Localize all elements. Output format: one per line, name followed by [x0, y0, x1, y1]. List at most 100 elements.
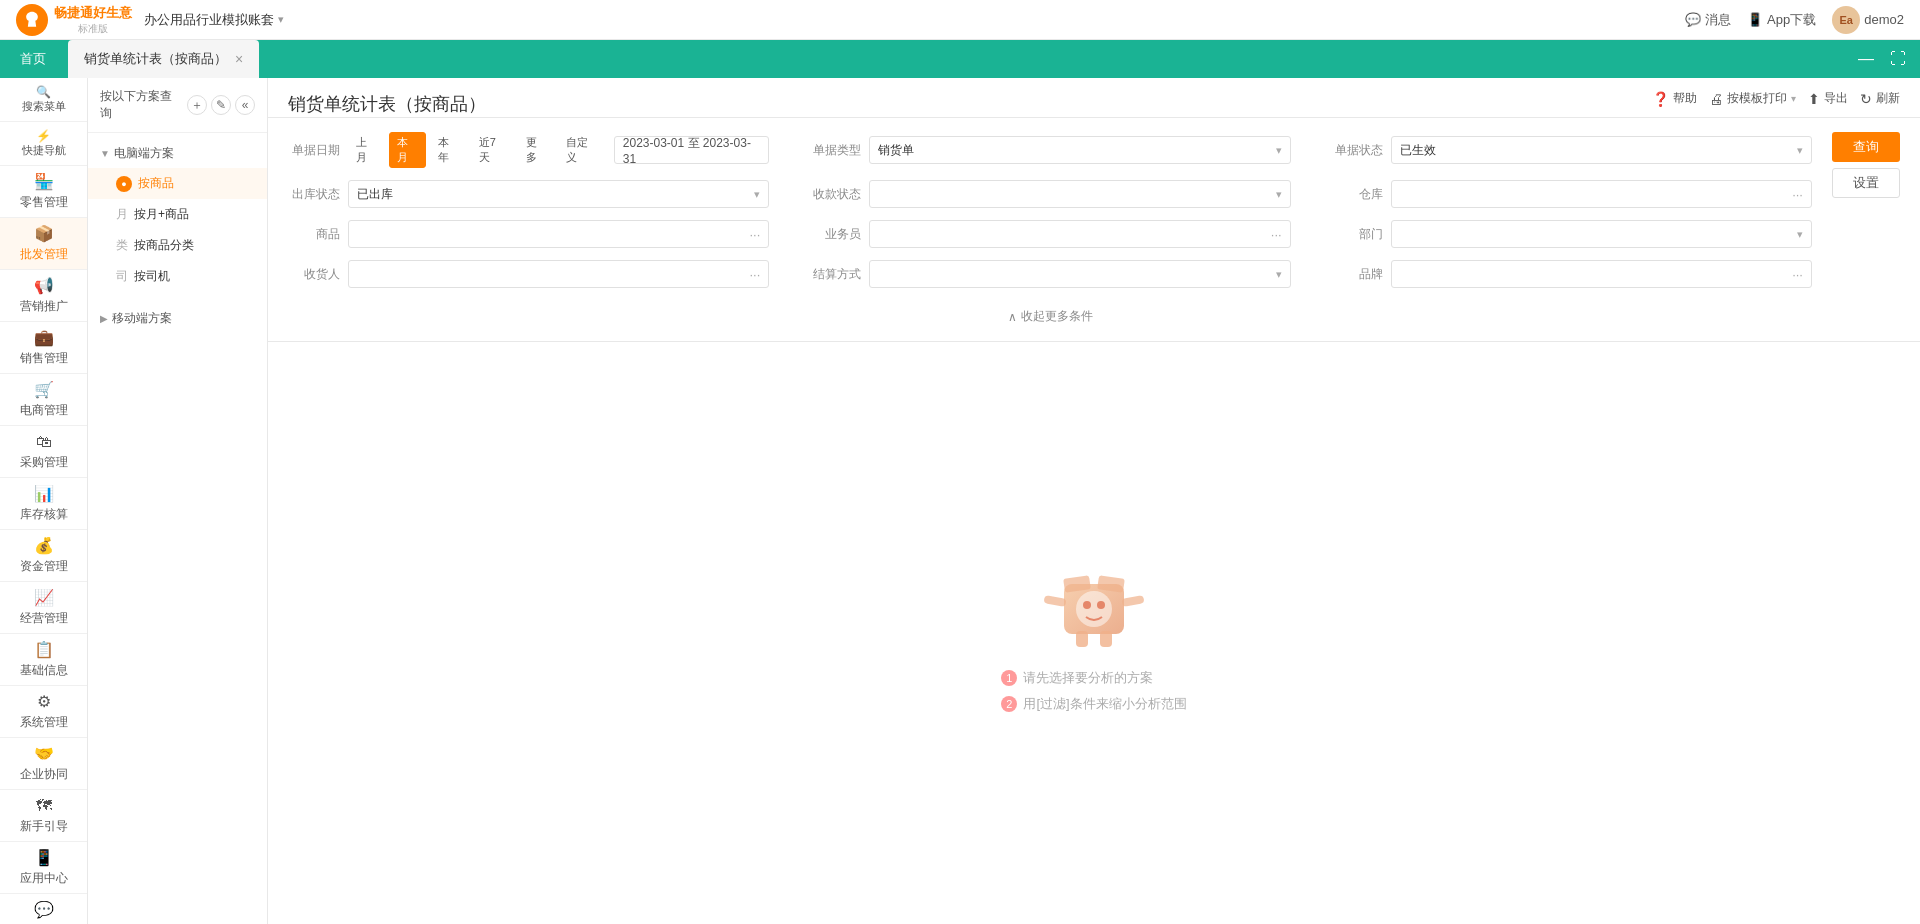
date-more[interactable]: 更多	[518, 132, 555, 168]
edit-scheme-btn[interactable]: ✎	[211, 95, 231, 115]
recipient-control[interactable]: ···	[348, 260, 769, 288]
scheme-item-month-product[interactable]: 月 按月+商品	[88, 199, 267, 230]
payment-control[interactable]: ▾	[869, 260, 1290, 288]
message-btn[interactable]: 💬 消息	[1685, 11, 1731, 29]
sidebar-item-marketing[interactable]: 📢 营销推广	[0, 270, 87, 322]
warehouse-control[interactable]: ···	[1391, 180, 1812, 208]
brand-label: 品牌	[1331, 266, 1383, 283]
date-this-month[interactable]: 本月	[389, 132, 426, 168]
tab-home[interactable]: 首页	[0, 40, 66, 78]
doc-status-control[interactable]: 已生效 ▾	[1391, 136, 1812, 164]
sidebar-item-sales[interactable]: 💼 销售管理	[0, 322, 87, 374]
recipient-label: 收货人	[288, 266, 340, 283]
user-area[interactable]: Ea demo2	[1832, 6, 1904, 34]
export-btn[interactable]: ⬆ 导出	[1808, 90, 1848, 107]
sidebar-item-inventory[interactable]: 📊 库存核算	[0, 478, 87, 530]
add-scheme-btn[interactable]: ＋	[187, 95, 207, 115]
sidebar-item-basic[interactable]: 📋 基础信息	[0, 634, 87, 686]
print-dropdown-icon[interactable]: ▾	[1791, 93, 1796, 104]
sidebar-item-retail[interactable]: 🏪 零售管理	[0, 166, 87, 218]
avatar-initials: Ea	[1840, 14, 1853, 26]
scheme-group-desktop-header[interactable]: ▼ 电脑端方案	[88, 139, 267, 168]
svg-rect-6	[1043, 595, 1066, 607]
filter-doc-status: 单据状态 已生效 ▾	[1331, 136, 1812, 164]
filter-area: 单据日期 上月 本月 本年 近7天 更多 自定义	[268, 118, 1920, 342]
brand-control[interactable]: ···	[1391, 260, 1812, 288]
sidebar-item-finance[interactable]: 💰 资金管理	[0, 530, 87, 582]
date-range-display[interactable]: 2023-03-01 至 2023-03-31	[614, 136, 770, 164]
filter-date: 单据日期 上月 本月 本年 近7天 更多 自定义	[288, 132, 769, 168]
scheme-item-cashier[interactable]: 司 按司机	[88, 261, 267, 292]
filter-row-4: 收货人 ··· 结算方式 ▾	[288, 260, 1812, 288]
settings-btn[interactable]: 设置	[1832, 168, 1900, 198]
recipient-dots-icon: ···	[749, 267, 760, 282]
message-label: 消息	[1705, 11, 1731, 29]
tab-close-icon[interactable]: ×	[235, 51, 243, 67]
message-icon: 💬	[1685, 12, 1701, 27]
date-7days[interactable]: 近7天	[471, 132, 514, 168]
warehouse-label: 仓库	[1331, 186, 1383, 203]
out-status-arrow-icon: ▾	[754, 188, 760, 201]
sales-label: 销售管理	[20, 350, 68, 367]
filter-row-container: 单据日期 上月 本月 本年 近7天 更多 自定义	[288, 132, 1900, 327]
sidebar-item-system[interactable]: ⚙ 系统管理	[0, 686, 87, 738]
app-chevron-icon: ▾	[278, 13, 284, 26]
doc-type-control[interactable]: 销货单 ▾	[869, 136, 1290, 164]
refresh-icon: ↻	[1860, 91, 1872, 107]
sidebar-search[interactable]: 🔍 搜索菜单	[0, 78, 87, 122]
right-action-btns: 查询 设置	[1832, 132, 1900, 198]
date-label: 单据日期	[288, 142, 340, 159]
date-custom[interactable]: 自定义	[558, 132, 605, 168]
svg-rect-8	[1076, 631, 1088, 647]
inventory-label: 库存核算	[20, 506, 68, 523]
scheme-label-4: 按司机	[134, 268, 170, 285]
product-label: 商品	[288, 226, 340, 243]
pay-status-control[interactable]: ▾	[869, 180, 1290, 208]
refresh-btn[interactable]: ↻ 刷新	[1860, 90, 1900, 107]
scheme-group-desktop: ▼ 电脑端方案 ● 按商品 月 按月+商品 类 按商品分类 司 按司机	[88, 133, 267, 298]
query-btn[interactable]: 查询	[1832, 132, 1900, 162]
apps-icon: 📱	[34, 848, 54, 867]
product-control[interactable]: ···	[348, 220, 769, 248]
sidebar-item-wholesale[interactable]: 📦 批发管理	[0, 218, 87, 270]
group-arrow-icon: ▼	[100, 148, 110, 159]
collapse-panel-btn[interactable]: «	[235, 95, 255, 115]
tabbar-expand: — ⛶	[1852, 45, 1920, 73]
scheme-group-mobile-header[interactable]: ▶ 移动端方案	[88, 304, 267, 333]
page-header-actions: ❓ 帮助 🖨 按模板打印 ▾ ⬆ 导出 ↻ 刷新	[1652, 90, 1900, 117]
sidebar-item-guide[interactable]: 🗺 新手引导	[0, 790, 87, 842]
topbar-left: 畅捷通好生意 标准版 办公用品行业模拟账套 ▾	[16, 4, 284, 36]
pay-status-label: 收款状态	[809, 186, 861, 203]
scheme-dot-icon: ●	[116, 176, 132, 192]
retail-label: 零售管理	[20, 194, 68, 211]
sidebar-item-apps[interactable]: 📱 应用中心	[0, 842, 87, 894]
out-status-control[interactable]: 已出库 ▾	[348, 180, 769, 208]
tab-active-report[interactable]: 销货单统计表（按商品） ×	[68, 40, 259, 78]
sidebar-item-enterprise[interactable]: 🤝 企业协同	[0, 738, 87, 790]
sidebar-item-ecommerce[interactable]: 🛒 电商管理	[0, 374, 87, 426]
content-area: 销货单统计表（按商品） ❓ 帮助 🖨 按模板打印 ▾ ⬆ 导出 ↻ 刷新	[268, 78, 1920, 924]
date-this-year[interactable]: 本年	[430, 132, 467, 168]
out-status-label: 出库状态	[288, 186, 340, 203]
sidebar-quick-nav[interactable]: ⚡ 快捷导航	[0, 122, 87, 166]
scheme-item-category[interactable]: 类 按商品分类	[88, 230, 267, 261]
group-name: 电脑端方案	[114, 145, 174, 162]
dept-control[interactable]: ▾	[1391, 220, 1812, 248]
marketing-icon: 📢	[34, 276, 54, 295]
salesperson-control[interactable]: ···	[869, 220, 1290, 248]
sidebar-item-operations[interactable]: 📈 经营管理	[0, 582, 87, 634]
guide-label: 新手引导	[20, 818, 68, 835]
filter-brand: 品牌 ···	[1331, 260, 1812, 288]
scheme-item-by-product[interactable]: ● 按商品	[88, 168, 267, 199]
app-download-btn[interactable]: 📱 App下载	[1747, 11, 1816, 29]
sidebar-item-purchase[interactable]: 🛍 采购管理	[0, 426, 87, 478]
print-btn[interactable]: 🖨 按模板打印 ▾	[1709, 90, 1796, 107]
home-tab-label: 首页	[20, 50, 46, 68]
collapse-filter-btn[interactable]: ∧ 收起更多条件	[1008, 308, 1093, 325]
minimize-icon[interactable]: —	[1852, 45, 1880, 73]
date-last-month[interactable]: 上月	[348, 132, 385, 168]
sidebar-item-wechat[interactable]: 💬 企业微信	[0, 894, 87, 924]
maximize-icon[interactable]: ⛶	[1884, 45, 1912, 73]
help-btn[interactable]: ❓ 帮助	[1652, 90, 1697, 107]
app-selector[interactable]: 办公用品行业模拟账套 ▾	[144, 11, 284, 29]
